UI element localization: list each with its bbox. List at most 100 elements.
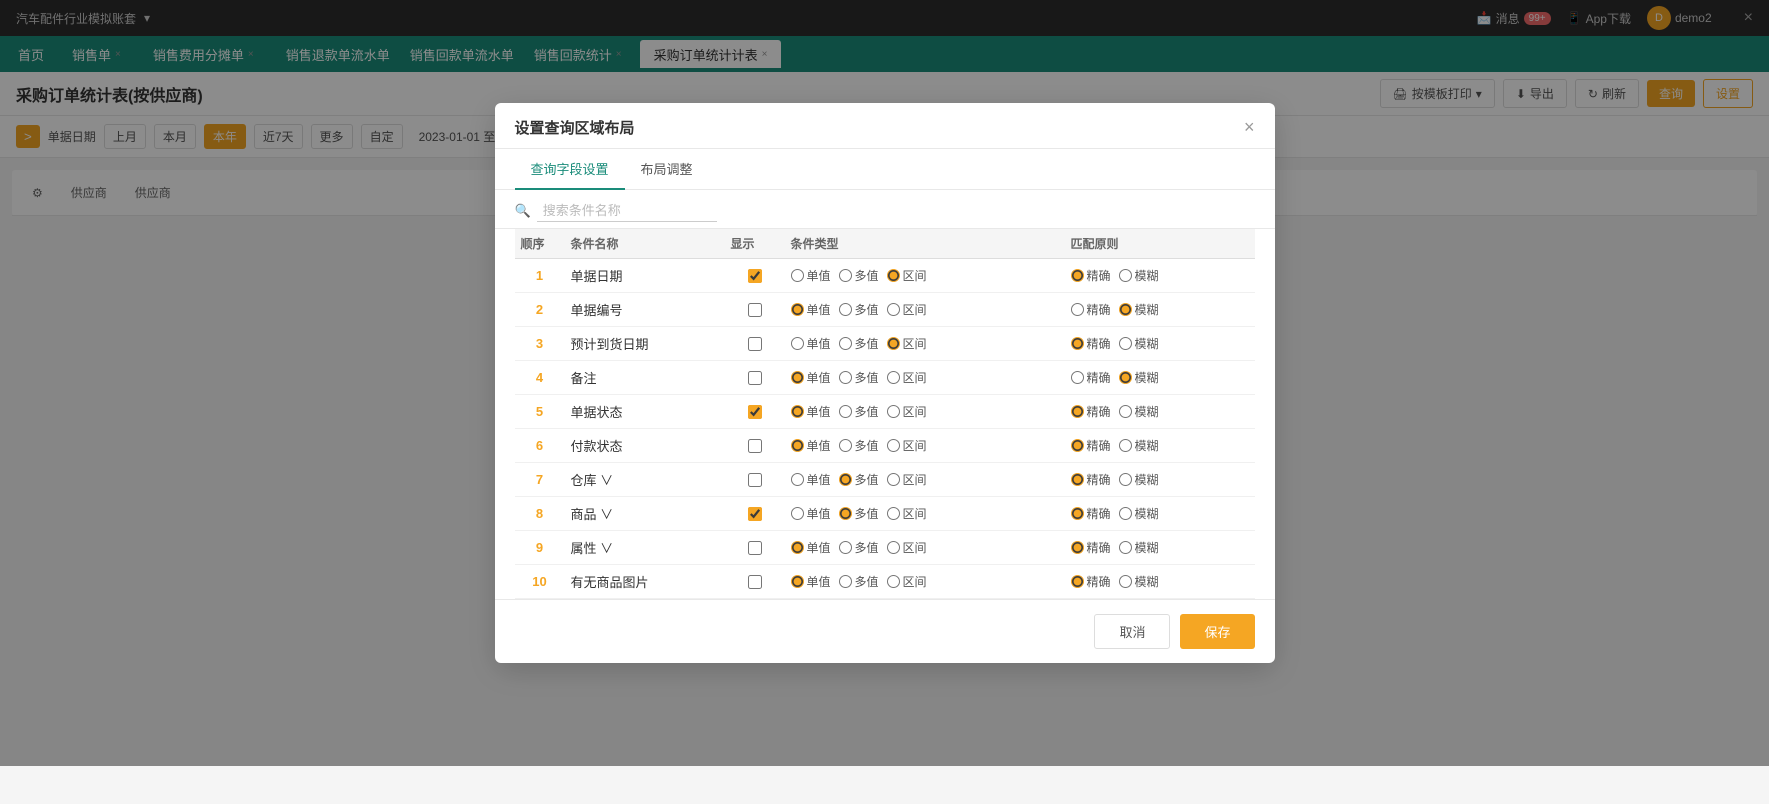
- row-show-checkbox[interactable]: [725, 303, 785, 317]
- tab-query-fields[interactable]: 查询字段设置: [515, 149, 625, 190]
- match-exact-option[interactable]: 精确: [1071, 471, 1111, 488]
- type-single-radio[interactable]: [791, 439, 804, 452]
- type-single-radio[interactable]: [791, 507, 804, 520]
- type-single-option[interactable]: 单值: [791, 505, 831, 522]
- match-exact-option[interactable]: 精确: [1071, 505, 1111, 522]
- match-fuzzy-option[interactable]: 模糊: [1119, 437, 1159, 454]
- type-multi-option[interactable]: 多值: [839, 539, 879, 556]
- type-single-option[interactable]: 单值: [791, 267, 831, 284]
- match-fuzzy-radio[interactable]: [1119, 405, 1132, 418]
- type-multi-radio[interactable]: [839, 269, 852, 282]
- match-exact-option[interactable]: 精确: [1071, 573, 1111, 590]
- type-single-option[interactable]: 单值: [791, 301, 831, 318]
- match-fuzzy-option[interactable]: 模糊: [1119, 505, 1159, 522]
- match-exact-radio[interactable]: [1071, 337, 1084, 350]
- show-checkbox-input[interactable]: [748, 337, 762, 351]
- match-exact-option[interactable]: 精确: [1071, 437, 1111, 454]
- dialog-close-button[interactable]: ×: [1244, 117, 1255, 138]
- row-show-checkbox[interactable]: [725, 405, 785, 419]
- match-exact-radio[interactable]: [1071, 269, 1084, 282]
- type-range-radio[interactable]: [887, 405, 900, 418]
- match-exact-radio[interactable]: [1071, 473, 1084, 486]
- match-fuzzy-radio[interactable]: [1119, 473, 1132, 486]
- type-multi-option[interactable]: 多值: [839, 437, 879, 454]
- row-show-checkbox[interactable]: [725, 473, 785, 487]
- type-multi-option[interactable]: 多值: [839, 369, 879, 386]
- type-single-radio[interactable]: [791, 337, 804, 350]
- show-checkbox-input[interactable]: [748, 473, 762, 487]
- match-fuzzy-radio[interactable]: [1119, 337, 1132, 350]
- match-exact-radio[interactable]: [1071, 575, 1084, 588]
- type-range-radio[interactable]: [887, 507, 900, 520]
- match-fuzzy-option[interactable]: 模糊: [1119, 403, 1159, 420]
- type-multi-radio[interactable]: [839, 337, 852, 350]
- match-fuzzy-option[interactable]: 模糊: [1119, 539, 1159, 556]
- match-fuzzy-radio[interactable]: [1119, 507, 1132, 520]
- row-show-checkbox[interactable]: [725, 337, 785, 351]
- type-multi-option[interactable]: 多值: [839, 267, 879, 284]
- type-multi-radio[interactable]: [839, 303, 852, 316]
- type-single-option[interactable]: 单值: [791, 369, 831, 386]
- type-single-radio[interactable]: [791, 371, 804, 384]
- show-checkbox-input[interactable]: [748, 405, 762, 419]
- type-range-option[interactable]: 区间: [887, 335, 927, 352]
- show-checkbox-input[interactable]: [748, 575, 762, 589]
- type-range-option[interactable]: 区间: [887, 403, 927, 420]
- type-multi-option[interactable]: 多值: [839, 335, 879, 352]
- match-fuzzy-radio[interactable]: [1119, 371, 1132, 384]
- tab-layout[interactable]: 布局调整: [625, 149, 709, 190]
- type-multi-radio[interactable]: [839, 405, 852, 418]
- type-multi-radio[interactable]: [839, 507, 852, 520]
- type-multi-radio[interactable]: [839, 575, 852, 588]
- row-show-checkbox[interactable]: [725, 371, 785, 385]
- type-multi-option[interactable]: 多值: [839, 471, 879, 488]
- type-multi-radio[interactable]: [839, 371, 852, 384]
- type-multi-option[interactable]: 多值: [839, 505, 879, 522]
- match-exact-radio[interactable]: [1071, 507, 1084, 520]
- type-range-radio[interactable]: [887, 337, 900, 350]
- type-range-option[interactable]: 区间: [887, 301, 927, 318]
- match-exact-option[interactable]: 精确: [1071, 335, 1111, 352]
- cancel-button[interactable]: 取消: [1094, 614, 1170, 649]
- match-fuzzy-radio[interactable]: [1119, 303, 1132, 316]
- match-fuzzy-radio[interactable]: [1119, 439, 1132, 452]
- row-show-checkbox[interactable]: [725, 541, 785, 555]
- type-range-option[interactable]: 区间: [887, 539, 927, 556]
- type-range-radio[interactable]: [887, 541, 900, 554]
- match-exact-option[interactable]: 精确: [1071, 403, 1111, 420]
- type-multi-option[interactable]: 多值: [839, 573, 879, 590]
- type-range-option[interactable]: 区间: [887, 573, 927, 590]
- type-range-option[interactable]: 区间: [887, 471, 927, 488]
- show-checkbox-input[interactable]: [748, 371, 762, 385]
- type-range-option[interactable]: 区间: [887, 267, 927, 284]
- show-checkbox-input[interactable]: [748, 541, 762, 555]
- match-exact-radio[interactable]: [1071, 541, 1084, 554]
- type-range-radio[interactable]: [887, 303, 900, 316]
- type-range-radio[interactable]: [887, 575, 900, 588]
- type-multi-radio[interactable]: [839, 473, 852, 486]
- match-fuzzy-option[interactable]: 模糊: [1119, 471, 1159, 488]
- type-range-option[interactable]: 区间: [887, 437, 927, 454]
- show-checkbox-input[interactable]: [748, 269, 762, 283]
- row-show-checkbox[interactable]: [725, 575, 785, 589]
- show-checkbox-input[interactable]: [748, 439, 762, 453]
- match-fuzzy-radio[interactable]: [1119, 269, 1132, 282]
- match-exact-option[interactable]: 精确: [1071, 539, 1111, 556]
- match-fuzzy-option[interactable]: 模糊: [1119, 369, 1159, 386]
- match-exact-radio[interactable]: [1071, 371, 1084, 384]
- match-exact-option[interactable]: 精确: [1071, 301, 1111, 318]
- row-show-checkbox[interactable]: [725, 269, 785, 283]
- type-single-radio[interactable]: [791, 575, 804, 588]
- type-multi-option[interactable]: 多值: [839, 403, 879, 420]
- type-range-option[interactable]: 区间: [887, 505, 927, 522]
- type-single-option[interactable]: 单值: [791, 539, 831, 556]
- type-multi-option[interactable]: 多值: [839, 301, 879, 318]
- type-multi-radio[interactable]: [839, 541, 852, 554]
- match-exact-radio[interactable]: [1071, 439, 1084, 452]
- match-fuzzy-option[interactable]: 模糊: [1119, 573, 1159, 590]
- type-range-option[interactable]: 区间: [887, 369, 927, 386]
- show-checkbox-input[interactable]: [748, 507, 762, 521]
- type-single-radio[interactable]: [791, 473, 804, 486]
- type-single-option[interactable]: 单值: [791, 335, 831, 352]
- type-single-option[interactable]: 单值: [791, 437, 831, 454]
